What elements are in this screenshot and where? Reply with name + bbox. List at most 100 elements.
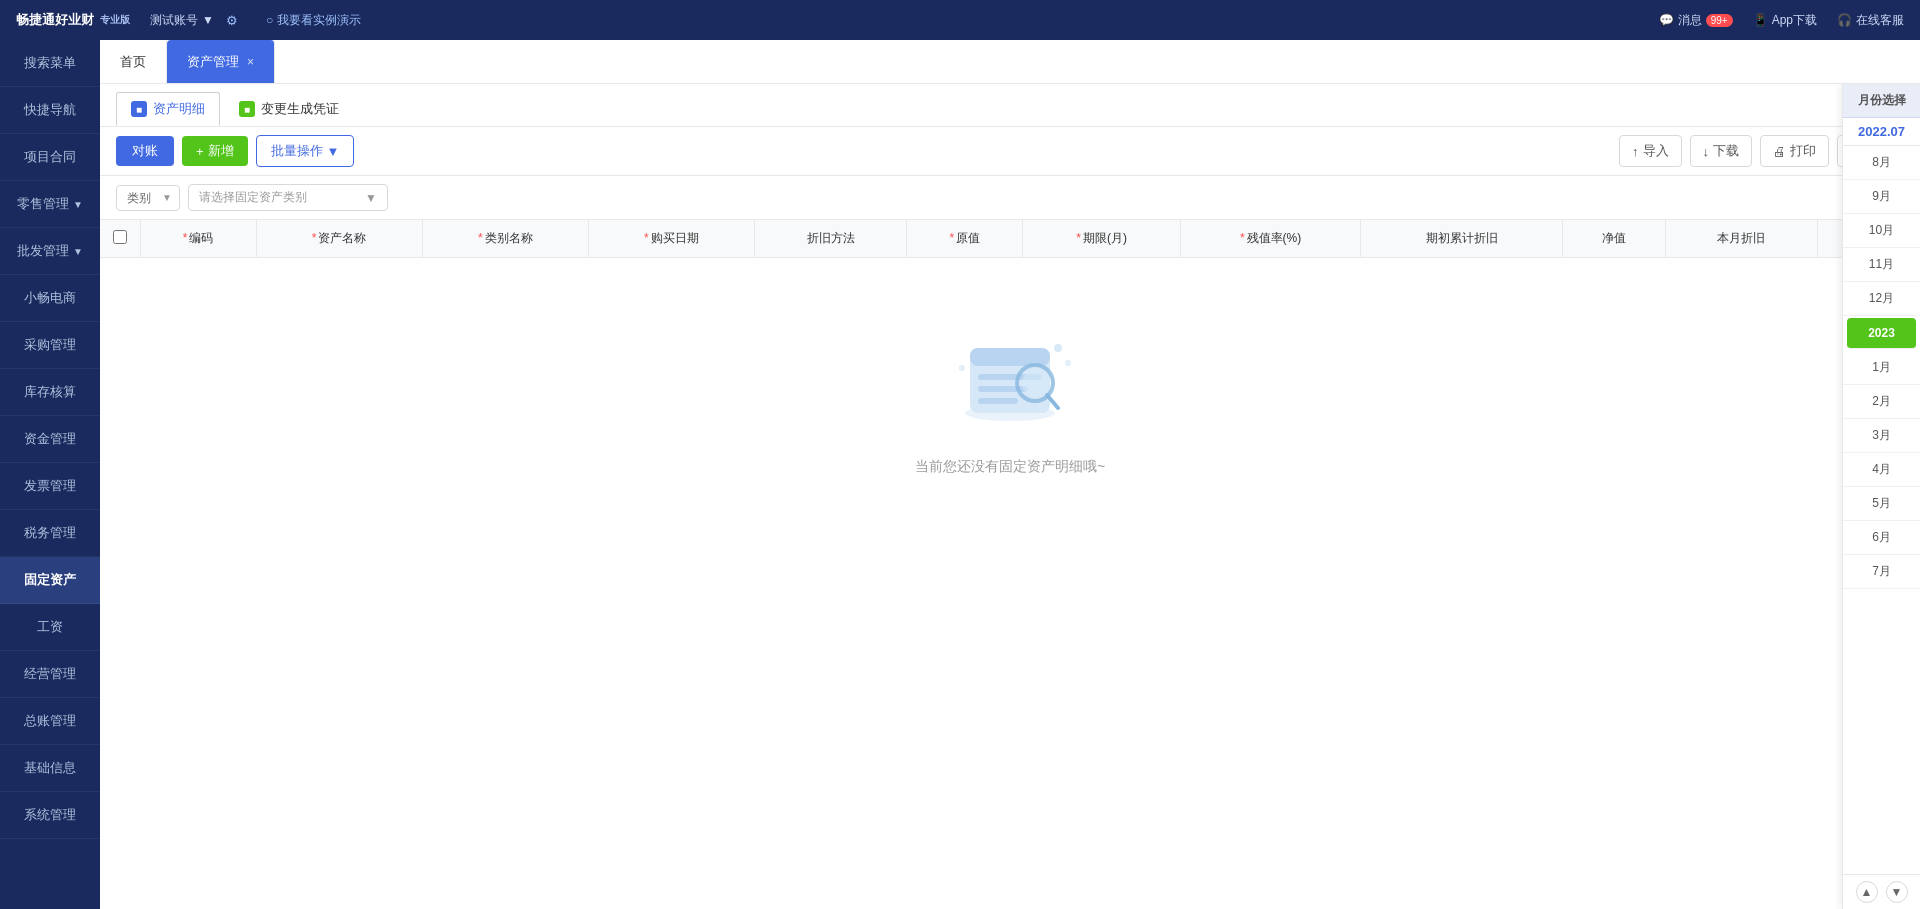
sidebar-item-label: 零售管理 [17,195,69,213]
empty-text: 当前您还没有固定资产明细哦~ [915,458,1105,476]
month-item-6[interactable]: 6月 [1843,521,1920,555]
tab-home-label: 首页 [120,53,146,71]
filter-row: 类别 ▼ 请选择固定资产类别 ▼ [100,176,1920,220]
sidebar-item-label: 发票管理 [24,478,76,493]
message-label: 消息 [1678,12,1702,29]
select-all-checkbox[interactable] [113,230,127,244]
app-download-button[interactable]: 📱 App下载 [1753,12,1817,29]
month-item-10[interactable]: 10月 [1843,214,1920,248]
message-button[interactable]: 💬 消息 99+ [1659,12,1733,29]
month-item-8[interactable]: 8月 [1843,146,1920,180]
add-icon: + [196,144,204,159]
reconcile-button[interactable]: 对账 [116,136,174,166]
settings-icon[interactable]: ⚙ [226,13,238,28]
th-code: *编码 [140,220,256,258]
th-name: *资产名称 [256,220,422,258]
subtab-voucher-label: 变更生成凭证 [261,100,339,118]
sidebar-item-capital[interactable]: 资金管理 [0,416,100,463]
sidebar: 搜索菜单 快捷导航 项目合同 零售管理 ▼ 批发管理 ▼ 小畅电商 采购管理 库… [0,40,100,909]
subtab-detail-label: 资产明细 [153,100,205,118]
message-icon: 💬 [1659,13,1674,27]
search-dropdown-icon: ▼ [365,191,377,205]
print-label: 打印 [1790,142,1816,160]
sidebar-item-ledger[interactable]: 总账管理 [0,698,100,745]
month-nav-up[interactable]: ▲ [1856,881,1878,903]
content-area: 首页 资产管理 × ■ 资产明细 ■ 变更生成凭证 [100,40,1920,909]
batch-arrow-icon: ▼ [327,144,340,159]
sidebar-item-label: 税务管理 [24,525,76,540]
sidebar-item-system[interactable]: 系统管理 [0,792,100,839]
category-search-input[interactable]: 请选择固定资产类别 ▼ [188,184,388,211]
month-item-2[interactable]: 2月 [1843,385,1920,419]
batch-button[interactable]: 批量操作 ▼ [256,135,355,167]
batch-label: 批量操作 [271,142,323,160]
month-item-11[interactable]: 11月 [1843,248,1920,282]
download-button[interactable]: ↓ 下载 [1690,135,1753,167]
account-selector[interactable]: 测试账号 ▼ [150,12,214,29]
expand-arrow-icon: ▼ [73,199,83,210]
month-item-3[interactable]: 3月 [1843,419,1920,453]
asset-detail-icon: ■ [131,101,147,117]
app-download-label: App下载 [1772,12,1817,29]
demo-icon: ○ [266,13,273,27]
subtab-voucher[interactable]: ■ 变更生成凭证 [224,92,354,126]
sidebar-item-label: 经营管理 [24,666,76,681]
th-netvalue: 净值 [1563,220,1665,258]
category-filter[interactable]: 类别 [116,185,180,211]
svg-point-11 [959,365,965,371]
sidebar-item-label: 快捷导航 [24,102,76,117]
subtab-detail[interactable]: ■ 资产明细 [116,92,220,126]
month-item-4[interactable]: 4月 [1843,453,1920,487]
month-item-5[interactable]: 5月 [1843,487,1920,521]
month-nav-down[interactable]: ▼ [1886,881,1908,903]
sidebar-item-fixedassets[interactable]: 固定资产 [0,557,100,604]
th-accum: 期初累计折旧 [1361,220,1563,258]
sidebar-item-search[interactable]: 搜索菜单 [0,40,100,87]
category-search-placeholder: 请选择固定资产类别 [199,189,307,206]
month-panel-title: 月份选择 [1858,93,1906,107]
sidebar-item-basicinfo[interactable]: 基础信息 [0,745,100,792]
tab-assetmanage[interactable]: 资产管理 × [167,40,275,83]
month-list: 8月 9月 10月 11月 12月 2023 1月 2月 3月 4月 5月 6月… [1843,146,1920,874]
sidebar-item-purchase[interactable]: 采购管理 [0,322,100,369]
sidebar-item-tax[interactable]: 税务管理 [0,510,100,557]
online-service-button[interactable]: 🎧 在线客服 [1837,12,1904,29]
svg-point-7 [1022,370,1048,396]
month-item-12[interactable]: 12月 [1843,282,1920,316]
sidebar-item-project[interactable]: 项目合同 [0,134,100,181]
svg-point-10 [1065,360,1071,366]
tab-close-icon[interactable]: × [247,55,254,69]
sidebar-item-retail[interactable]: 零售管理 ▼ [0,181,100,228]
sub-tabs: ■ 资产明细 ■ 变更生成凭证 [100,84,1920,127]
print-button[interactable]: 🖨 打印 [1760,135,1829,167]
th-monthly: 本月折旧 [1665,220,1817,258]
expand-arrow-icon: ▼ [73,246,83,257]
import-button[interactable]: ↑ 导入 [1619,135,1682,167]
month-item-9[interactable]: 9月 [1843,180,1920,214]
sidebar-item-label: 小畅电商 [24,290,76,305]
add-button[interactable]: + 新增 [182,136,248,166]
download-icon: ↓ [1703,144,1710,159]
empty-illustration [940,318,1080,438]
sidebar-item-invoice[interactable]: 发票管理 [0,463,100,510]
table-header: *编码 *资产名称 *类别名称 *购买日期 折旧方法 *原值 *期限(月) *残… [100,220,1920,258]
month-item-7[interactable]: 7月 [1843,555,1920,589]
month-item-1[interactable]: 1月 [1843,351,1920,385]
month-panel-nav: ▲ ▼ [1843,874,1920,909]
sidebar-item-inventory[interactable]: 库存核算 [0,369,100,416]
assets-table: *编码 *资产名称 *类别名称 *购买日期 折旧方法 *原值 *期限(月) *残… [100,220,1920,258]
headset-icon: 🎧 [1837,13,1852,27]
sidebar-item-wholesale[interactable]: 批发管理 ▼ [0,228,100,275]
demo-link[interactable]: ○ 我要看实例演示 [266,12,361,29]
demo-text: 我要看实例演示 [277,12,361,29]
tab-home[interactable]: 首页 [100,40,167,83]
download-label: 下载 [1713,142,1739,160]
sidebar-item-quicknav[interactable]: 快捷导航 [0,87,100,134]
sidebar-item-label: 库存核算 [24,384,76,399]
sidebar-item-operations[interactable]: 经营管理 [0,651,100,698]
sidebar-item-salary[interactable]: 工资 [0,604,100,651]
tab-bar: 首页 资产管理 × [100,40,1920,84]
sidebar-item-label: 搜索菜单 [24,55,76,70]
sidebar-item-ecommerce[interactable]: 小畅电商 [0,275,100,322]
voucher-icon: ■ [239,101,255,117]
